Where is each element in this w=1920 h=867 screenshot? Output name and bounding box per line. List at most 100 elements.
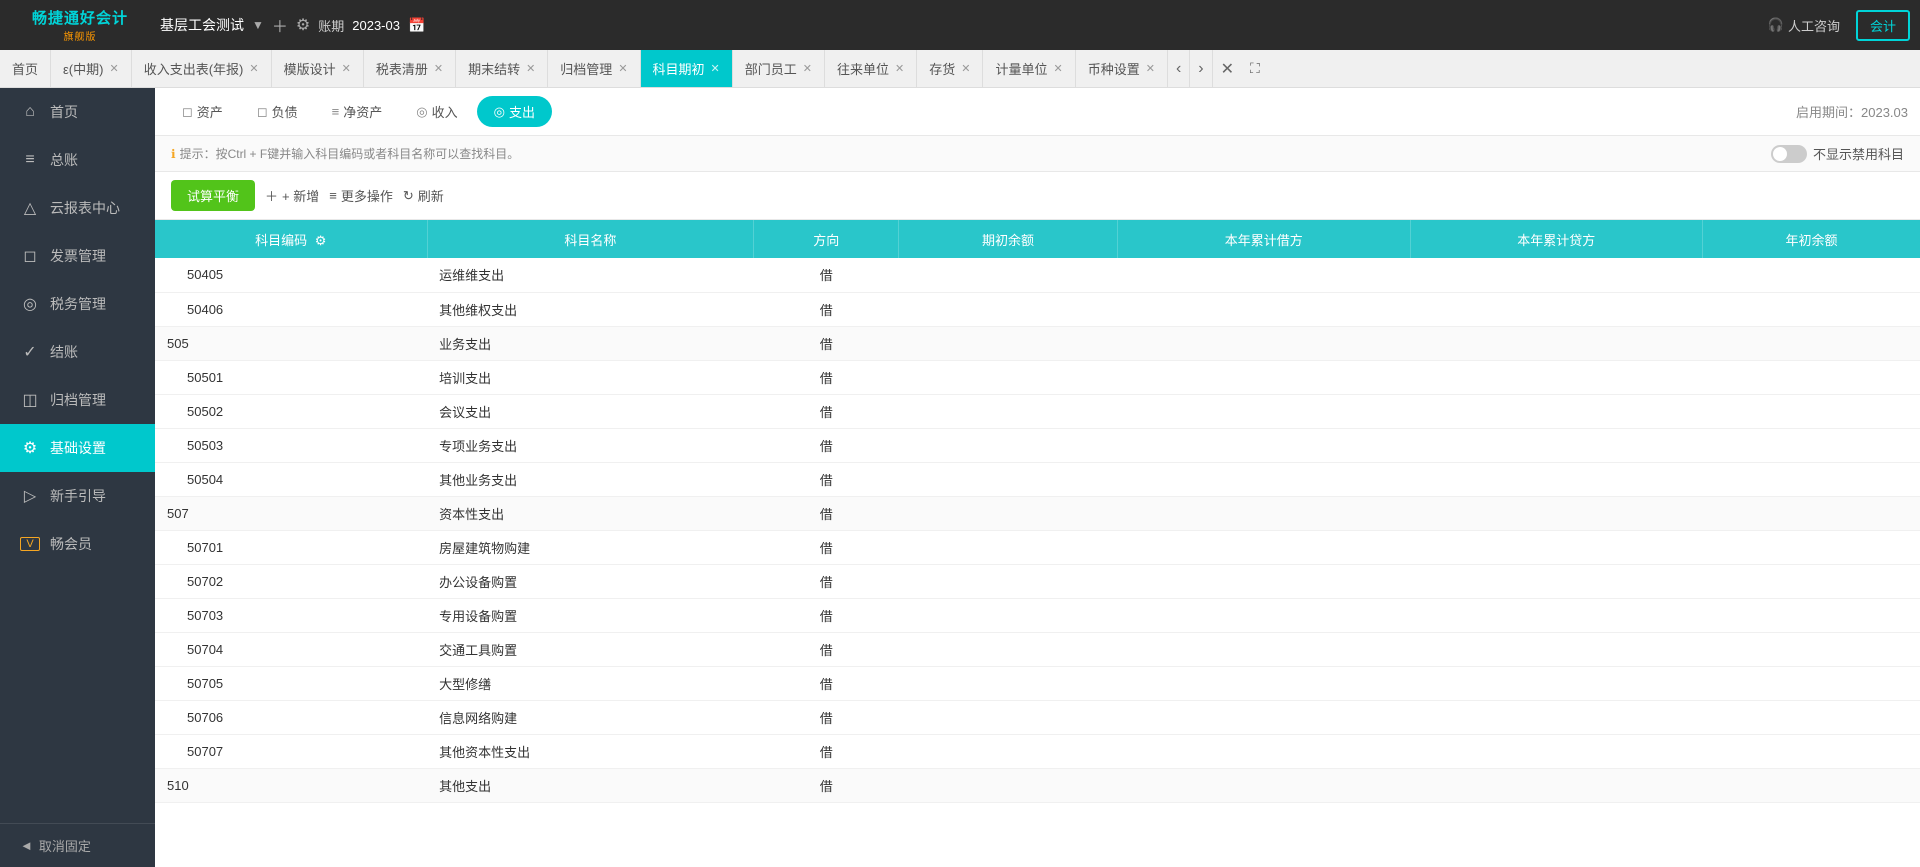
sub-tab-expenditure[interactable]: ◎ 支出 <box>477 96 552 127</box>
cell-opening <box>899 360 1118 394</box>
tab-nav-prev[interactable]: ‹ <box>1168 50 1190 87</box>
help-button[interactable]: 🎧 人工咨询 <box>1768 16 1840 35</box>
sidebar-item-guide[interactable]: ▷ 新手引导 <box>0 472 155 520</box>
sidebar-label-guide: 新手引导 <box>50 486 106 506</box>
tab-tax[interactable]: 税表清册 ✕ <box>364 50 456 87</box>
tab-nav-next[interactable]: › <box>1190 50 1212 87</box>
sidebar-item-home[interactable]: ⌂ 首页 <box>0 88 155 136</box>
more-button[interactable]: ≡ 更多操作 <box>329 186 393 205</box>
cell-credit <box>1410 700 1703 734</box>
project-name[interactable]: 基层工会测试 <box>160 15 244 35</box>
sidebar-item-archive[interactable]: ◫ 归档管理 <box>0 376 155 424</box>
cell-credit <box>1410 768 1703 802</box>
sub-tab-net-assets[interactable]: ≡ 净资产 <box>317 96 398 127</box>
subject-table: 科目编码 ⚙ 科目名称 方向 期初余额 本年累计借方 本年累计贷方 年初余额 5… <box>155 220 1920 803</box>
tab-counterpart[interactable]: 往来单位 ✕ <box>825 50 917 87</box>
sidebar-item-report[interactable]: △ 云报表中心 <box>0 184 155 232</box>
tab-tax-close[interactable]: ✕ <box>434 62 443 75</box>
table-row[interactable]: 505业务支出借 <box>155 326 1920 360</box>
tab-income-close[interactable]: ✕ <box>249 62 258 75</box>
cell-code: 50704 <box>155 632 427 666</box>
sidebar-item-settle[interactable]: ✓ 结账 <box>0 328 155 376</box>
sub-tab-liabilities[interactable]: ◻ 负债 <box>242 96 313 127</box>
tab-period-end-close[interactable]: ✕ <box>526 62 535 75</box>
cell-credit <box>1410 462 1703 496</box>
tab-currency-close[interactable]: ✕ <box>1146 62 1155 75</box>
calculate-button[interactable]: 试算平衡 <box>171 180 255 211</box>
table-row[interactable]: 50502会议支出借 <box>155 394 1920 428</box>
cell-year-opening <box>1703 734 1920 768</box>
cell-code: 50705 <box>155 666 427 700</box>
cell-opening <box>899 462 1118 496</box>
table-row[interactable]: 50701房屋建筑物购建借 <box>155 530 1920 564</box>
cell-debit <box>1117 258 1410 292</box>
tab-unit-close[interactable]: ✕ <box>1053 62 1062 75</box>
calendar-icon[interactable]: 📅 <box>408 17 425 34</box>
tab-interim[interactable]: ε(中期) ✕ <box>51 50 132 87</box>
tab-home[interactable]: 首页 <box>0 50 51 87</box>
sidebar-item-member[interactable]: V 畅会员 <box>0 520 155 568</box>
sidebar-item-tax[interactable]: ◎ 税务管理 <box>0 280 155 328</box>
table-row[interactable]: 50705大型修缮借 <box>155 666 1920 700</box>
table-row[interactable]: 50702办公设备购置借 <box>155 564 1920 598</box>
cell-name: 运维维支出 <box>427 258 754 292</box>
tab-interim-close[interactable]: ✕ <box>109 62 118 75</box>
add-icon: ＋ <box>265 186 278 205</box>
tab-income[interactable]: 收入支出表(年报) ✕ <box>132 50 272 87</box>
toggle-disabled-switch[interactable] <box>1771 145 1807 163</box>
tab-period-end[interactable]: 期末结转 ✕ <box>456 50 548 87</box>
tab-subject-init-close[interactable]: ✕ <box>711 62 720 75</box>
settings-icon[interactable]: ⚙ <box>296 15 310 35</box>
tab-close-all[interactable]: ✕ <box>1213 50 1242 87</box>
account-button[interactable]: 会计 <box>1856 10 1910 41</box>
table-row[interactable]: 50503专项业务支出借 <box>155 428 1920 462</box>
tab-currency[interactable]: 币种设置 ✕ <box>1076 50 1168 87</box>
tab-template[interactable]: 模版设计 ✕ <box>272 50 364 87</box>
add-button[interactable]: ＋ + 新增 <box>265 186 319 205</box>
add-project-icon[interactable]: ＋ <box>272 13 288 37</box>
tab-template-close[interactable]: ✕ <box>342 62 351 75</box>
table-row[interactable]: 50405运维维支出借 <box>155 258 1920 292</box>
tab-inventory-close[interactable]: ✕ <box>961 62 970 75</box>
sidebar-collapse[interactable]: ◄ 取消固定 <box>0 823 155 867</box>
table-row[interactable]: 50504其他业务支出借 <box>155 462 1920 496</box>
sub-tab-assets[interactable]: ◻ 资产 <box>167 96 238 127</box>
sidebar-item-invoice[interactable]: ◻ 发票管理 <box>0 232 155 280</box>
sidebar-item-ledger[interactable]: ≡ 总账 <box>0 136 155 184</box>
sub-tab-income[interactable]: ◎ 收入 <box>401 96 472 127</box>
cell-year-opening <box>1703 428 1920 462</box>
hint-area: ℹ 提示：按Ctrl + F键并输入科目编码或者科目名称可以查找科目。 <box>171 145 1763 162</box>
th-settings-icon[interactable]: ⚙ <box>315 233 327 248</box>
tab-unit[interactable]: 计量单位 ✕ <box>983 50 1075 87</box>
table-row[interactable]: 50501培训支出借 <box>155 360 1920 394</box>
tab-dept[interactable]: 部门员工 ✕ <box>733 50 825 87</box>
cell-debit <box>1117 462 1410 496</box>
table-row[interactable]: 510其他支出借 <box>155 768 1920 802</box>
table-row[interactable]: 50704交通工具购置借 <box>155 632 1920 666</box>
sidebar-label-home: 首页 <box>50 102 78 122</box>
cell-debit <box>1117 394 1410 428</box>
tab-maximize[interactable]: ⛶ <box>1242 50 1268 87</box>
th-code: 科目编码 ⚙ <box>155 220 427 258</box>
sidebar-item-settings[interactable]: ⚙ 基础设置 <box>0 424 155 472</box>
cell-direction: 借 <box>754 292 899 326</box>
dropdown-icon[interactable]: ▼ <box>252 18 264 32</box>
table-row[interactable]: 50406其他维权支出借 <box>155 292 1920 326</box>
table-row[interactable]: 50706信息网络购建借 <box>155 700 1920 734</box>
cell-direction: 借 <box>754 530 899 564</box>
tab-archive[interactable]: 归档管理 ✕ <box>548 50 640 87</box>
tab-inventory[interactable]: 存货 ✕ <box>917 50 983 87</box>
table-row[interactable]: 50707其他资本性支出借 <box>155 734 1920 768</box>
cell-direction: 借 <box>754 462 899 496</box>
th-direction: 方向 <box>754 220 899 258</box>
refresh-button[interactable]: ↻ 刷新 <box>403 186 444 205</box>
cell-direction: 借 <box>754 632 899 666</box>
sidebar-label-tax: 税务管理 <box>50 294 106 314</box>
tab-subject-init[interactable]: 科目期初 ✕ <box>641 50 733 87</box>
tab-counterpart-close[interactable]: ✕ <box>895 62 904 75</box>
table-row[interactable]: 50703专用设备购置借 <box>155 598 1920 632</box>
table-row[interactable]: 507资本性支出借 <box>155 496 1920 530</box>
tab-dept-close[interactable]: ✕ <box>803 62 812 75</box>
tab-archive-close[interactable]: ✕ <box>618 62 627 75</box>
sub-tab-bar: ◻ 资产 ◻ 负债 ≡ 净资产 ◎ 收入 ◎ 支出 启用期间：2023.03 <box>155 88 1920 136</box>
